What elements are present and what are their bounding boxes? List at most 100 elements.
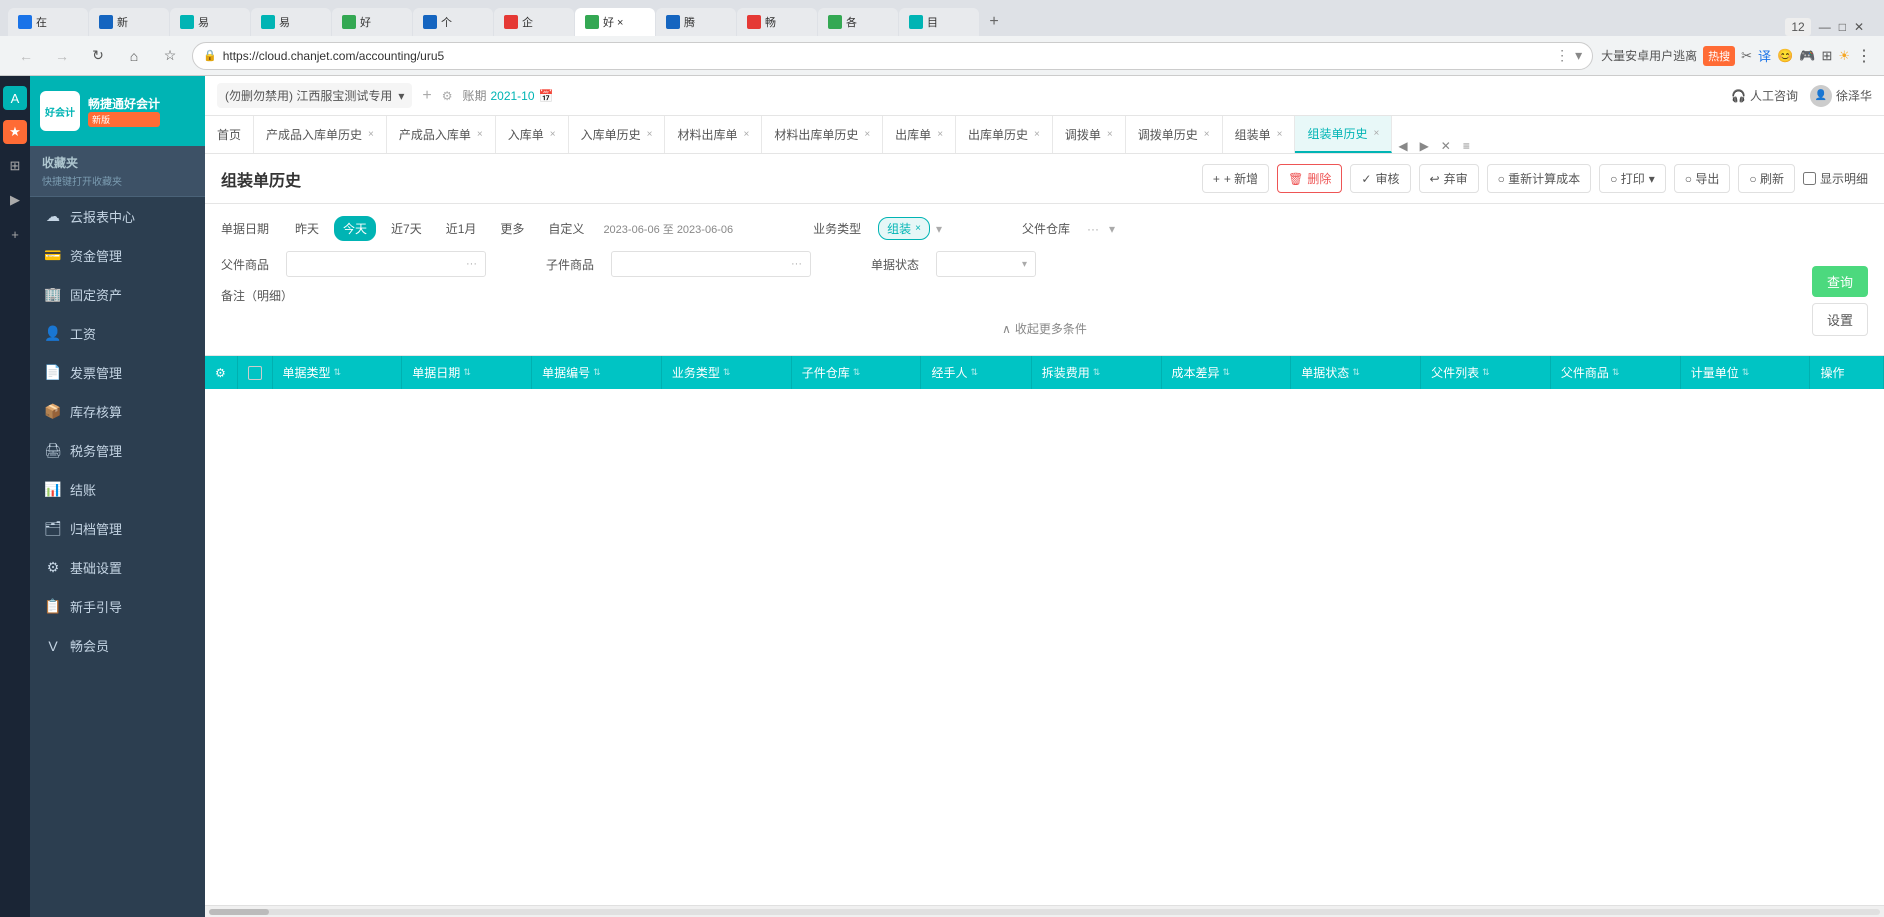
browser-tab-11[interactable]: 各 xyxy=(818,8,898,36)
nav-tab-transfer[interactable]: 调拨单 × xyxy=(1053,116,1126,153)
address-bar-dropdown[interactable]: ▾ xyxy=(1575,47,1582,64)
browser-tab-9[interactable]: 腾 xyxy=(656,8,736,36)
collapse-button[interactable]: ∧ 收起更多条件 xyxy=(221,314,1868,343)
sidebar-item-invoice[interactable]: 📄 发票管理 xyxy=(30,353,205,392)
table-col-parent-goods[interactable]: 父件商品⇅ xyxy=(1550,356,1680,389)
nav-tab-product-in[interactable]: 产成品入库单 × xyxy=(387,116,496,153)
quick-icon-5[interactable]: + xyxy=(3,222,27,246)
org-settings-icon[interactable]: ⚙ xyxy=(442,89,453,103)
query-button[interactable]: 查询 xyxy=(1812,266,1868,297)
parent-warehouse-dropdown[interactable]: ▾ xyxy=(1109,222,1115,236)
sidebar-item-cloud-report[interactable]: ☁ 云报表中心 xyxy=(30,197,205,236)
sidebar-item-archive[interactable]: 🗂 归档管理 xyxy=(30,509,205,548)
sidebar-item-member[interactable]: V 畅会员 xyxy=(30,626,205,665)
date-btn-custom[interactable]: 自定义 xyxy=(539,216,593,241)
more-btn[interactable]: ⋮ xyxy=(1856,46,1872,66)
nav-tab-kit-order[interactable]: 组装单 × xyxy=(1223,116,1296,153)
select-all-checkbox[interactable] xyxy=(248,366,262,380)
minimize-btn[interactable]: — xyxy=(1819,20,1831,34)
back-button[interactable]: ← xyxy=(12,42,40,70)
service-button[interactable]: 🎧 人工咨询 xyxy=(1731,87,1798,104)
close-out-order[interactable]: × xyxy=(937,129,943,140)
browser-tab-2[interactable]: 新 xyxy=(89,8,169,36)
sidebar-item-guide[interactable]: 📋 新手引导 xyxy=(30,587,205,626)
date-btn-today[interactable]: 今天 xyxy=(334,216,376,241)
close-btn[interactable]: ✕ xyxy=(1854,20,1864,34)
forward-button[interactable]: → xyxy=(48,42,76,70)
parent-warehouse-more[interactable]: ··· xyxy=(1087,222,1099,236)
nav-tab-out-history[interactable]: 出库单历史 × xyxy=(956,116,1053,153)
display-toggle[interactable]: 显示明细 xyxy=(1803,170,1868,187)
child-goods-input[interactable]: ··· xyxy=(611,251,811,277)
table-col-cost-diff[interactable]: 成本差异⇅ xyxy=(1161,356,1291,389)
nav-tab-material-out[interactable]: 材料出库单 × xyxy=(665,116,762,153)
add-org-button[interactable]: + xyxy=(422,87,431,105)
calendar-icon[interactable]: 📅 xyxy=(539,89,554,103)
child-goods-more[interactable]: ··· xyxy=(791,258,802,270)
print-button[interactable]: ○ 打印 ▾ xyxy=(1599,164,1666,193)
nav-tab-stock-in[interactable]: 入库单 × xyxy=(496,116,569,153)
biz-type-tag-close[interactable]: × xyxy=(915,223,921,234)
quick-icon-1[interactable]: A xyxy=(3,86,27,110)
nav-tab-kit-history[interactable]: 组装单历史 × xyxy=(1295,116,1392,153)
nav-tab-close-all[interactable]: ✕ xyxy=(1435,139,1457,153)
nav-tab-transfer-history[interactable]: 调拨单历史 × xyxy=(1126,116,1223,153)
browser-tab-3[interactable]: 易 xyxy=(170,8,250,36)
table-col-parent-list[interactable]: 父件列表⇅ xyxy=(1421,356,1551,389)
account-selector[interactable]: (勿删勿禁用) 江西服宝测试专用 ▾ xyxy=(217,83,412,108)
nav-tab-home[interactable]: 首页 xyxy=(205,116,254,153)
date-btn-more[interactable]: 更多 xyxy=(491,216,533,241)
table-col-checkbox[interactable] xyxy=(237,356,272,389)
close-kit-history[interactable]: × xyxy=(1373,128,1379,139)
settings-button-right[interactable]: 设置 xyxy=(1812,303,1868,336)
nav-tab-out-order[interactable]: 出库单 × xyxy=(883,116,956,153)
sidebar-item-tax[interactable]: 🖨 税务管理 xyxy=(30,431,205,470)
sidebar-item-checkout[interactable]: 📊 结账 xyxy=(30,470,205,509)
sidebar-item-settings[interactable]: ⚙ 基础设置 xyxy=(30,548,205,587)
refresh-button[interactable]: ○ 刷新 xyxy=(1738,164,1795,193)
close-stock-in[interactable]: × xyxy=(550,129,556,140)
browser-tab-8[interactable]: 好 × xyxy=(575,8,655,36)
table-col-order-date[interactable]: 单据日期⇅ xyxy=(402,356,532,389)
audit-button[interactable]: ✓ 审核 xyxy=(1350,164,1410,193)
browser-tab-4[interactable]: 易 xyxy=(251,8,331,36)
home-button[interactable]: ⌂ xyxy=(120,42,148,70)
close-transfer-history[interactable]: × xyxy=(1204,129,1210,140)
address-bar[interactable]: 🔒 https://cloud.chanjet.com/accounting/u… xyxy=(192,42,1593,70)
sidebar-item-inventory[interactable]: 📦 库存核算 xyxy=(30,392,205,431)
close-transfer[interactable]: × xyxy=(1107,129,1113,140)
scrollbar-thumb[interactable] xyxy=(209,909,269,915)
address-bar-menu[interactable]: ⋮ xyxy=(1555,47,1569,64)
favorites-subtitle[interactable]: 快捷键打开收藏夹 xyxy=(42,173,193,188)
nav-tab-menu[interactable]: ≡ xyxy=(1457,139,1476,153)
recalculate-button[interactable]: ○ 重新计算成本 xyxy=(1487,164,1592,193)
order-status-dropdown[interactable]: ▾ xyxy=(936,251,1036,277)
browser-tab-5[interactable]: 好 xyxy=(332,8,412,36)
sidebar-item-fund[interactable]: 💳 资金管理 xyxy=(30,236,205,275)
table-col-order-status[interactable]: 单据状态⇅ xyxy=(1291,356,1421,389)
abandon-button[interactable]: ↩ 弃审 xyxy=(1419,164,1479,193)
close-product-in-history[interactable]: × xyxy=(368,129,374,140)
browser-tab-6[interactable]: 个 xyxy=(413,8,493,36)
date-btn-yesterday[interactable]: 昨天 xyxy=(286,216,328,241)
date-btn-7days[interactable]: 近7天 xyxy=(382,216,431,241)
bookmark-button[interactable]: ☆ xyxy=(156,42,184,70)
close-kit-order[interactable]: × xyxy=(1277,129,1283,140)
parent-goods-field[interactable] xyxy=(295,257,462,271)
add-button[interactable]: + + 新增 xyxy=(1202,164,1269,193)
quick-icon-3[interactable]: ⊞ xyxy=(3,154,27,178)
parent-goods-input[interactable]: ··· xyxy=(286,251,486,277)
table-col-order-type[interactable]: 单据类型⇅ xyxy=(272,356,402,389)
close-product-in[interactable]: × xyxy=(477,129,483,140)
export-button[interactable]: ○ 导出 xyxy=(1674,164,1731,193)
scrollbar-track[interactable] xyxy=(209,909,1880,915)
user-menu[interactable]: 👤 徐泽华 xyxy=(1810,85,1872,107)
nav-tab-material-out-history[interactable]: 材料出库单历史 × xyxy=(762,116,883,153)
table-col-settings[interactable]: ⚙ xyxy=(205,356,237,389)
quick-icon-4[interactable]: ▶ xyxy=(3,188,27,212)
quick-icon-2[interactable]: ★ xyxy=(3,120,27,144)
table-col-unit[interactable]: 计量单位⇅ xyxy=(1680,356,1810,389)
maximize-btn[interactable]: □ xyxy=(1839,20,1846,34)
browser-tab-10[interactable]: 畅 xyxy=(737,8,817,36)
nav-tab-stock-in-history[interactable]: 入库单历史 × xyxy=(569,116,666,153)
